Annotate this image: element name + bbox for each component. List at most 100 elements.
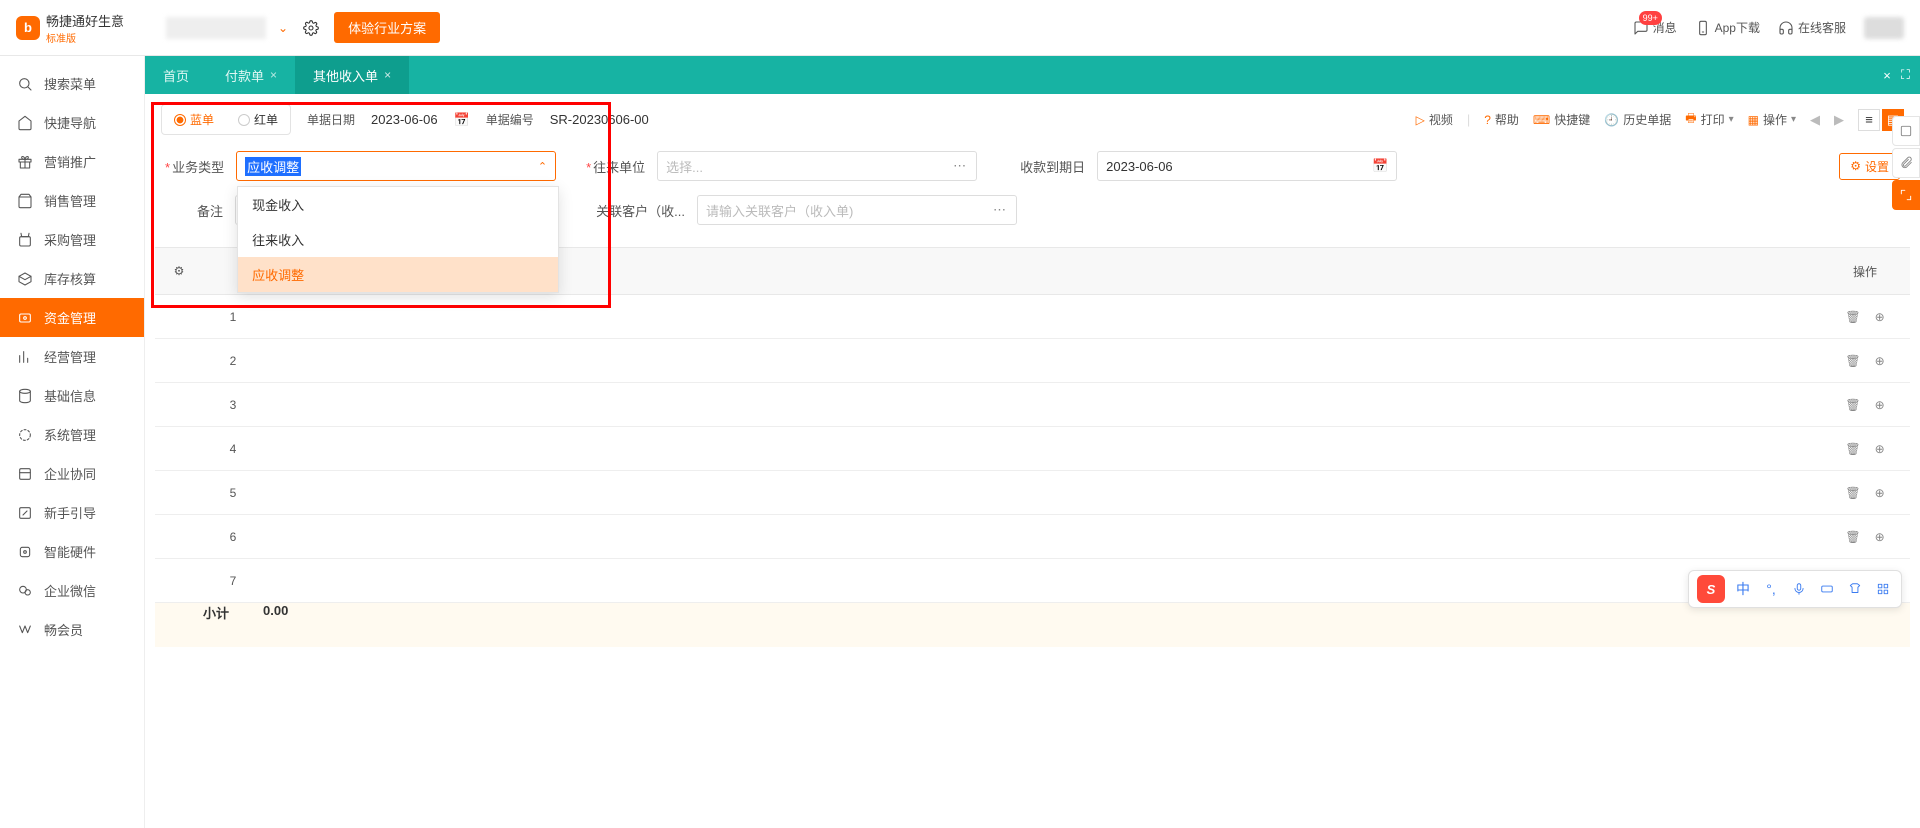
sidebar-item-basic[interactable]: 基础信息 — [0, 376, 144, 415]
logo[interactable]: b 畅捷通好生意 标准版 — [16, 11, 146, 45]
add-row-icon[interactable]: ⊕ — [1875, 530, 1885, 544]
tab-other-income[interactable]: 其他收入单× — [295, 56, 409, 94]
more-icon[interactable]: ⋯ — [953, 158, 968, 174]
radio-blue-doc[interactable]: 蓝单 — [162, 105, 226, 134]
calendar-icon[interactable]: 📅 — [1372, 158, 1388, 174]
sidebar-item-inventory[interactable]: 库存核算 — [0, 259, 144, 298]
messages-button[interactable]: 99+ 消息 — [1633, 19, 1677, 36]
tab-home[interactable]: 首页 — [145, 56, 207, 94]
expand-icon[interactable]: ⛶ — [1901, 67, 1910, 83]
close-all-icon[interactable]: × — [1883, 68, 1891, 83]
sidebar-item-sales[interactable]: 销售管理 — [0, 181, 144, 220]
delete-row-icon[interactable]: 🗑 — [1845, 486, 1860, 500]
sidebar-item-hardware[interactable]: 智能硬件 — [0, 532, 144, 571]
add-row-icon[interactable]: ⊕ — [1875, 442, 1885, 456]
app-download-button[interactable]: App下载 — [1695, 19, 1760, 36]
add-row-icon[interactable]: ⊕ — [1875, 398, 1885, 412]
close-icon[interactable]: × — [384, 68, 391, 82]
ime-mic-icon[interactable] — [1789, 579, 1809, 599]
dropdown-option-ar[interactable]: 往来收入 — [238, 222, 558, 257]
sidebar-item-quick-nav[interactable]: 快捷导航 — [0, 103, 144, 142]
ime-grid-icon[interactable] — [1873, 579, 1893, 599]
delete-row-icon[interactable]: 🗑 — [1845, 310, 1860, 324]
video-button[interactable]: ▷视频 — [1416, 111, 1453, 128]
sidebar-item-finance[interactable]: 资金管理 — [0, 298, 144, 337]
delete-row-icon[interactable]: 🗑 — [1845, 530, 1860, 544]
sidebar-item-guide[interactable]: 新手引导 — [0, 493, 144, 532]
sidebar-item-collab[interactable]: 企业协同 — [0, 454, 144, 493]
ime-lang-icon[interactable]: 中 — [1733, 579, 1753, 599]
history-button[interactable]: 🕘历史单据 — [1604, 111, 1671, 128]
table-row[interactable]: 4🗑⊕ — [155, 427, 1910, 471]
next-doc-icon[interactable]: ▶ — [1834, 112, 1844, 128]
close-icon[interactable]: × — [270, 68, 277, 82]
column-settings-icon[interactable]: ⚙ — [155, 248, 203, 294]
doc-no-label: 单据编号 — [486, 111, 534, 128]
biz-type-select[interactable]: 应收调整 ⌃ 现金收入 往来收入 应收调整 — [236, 151, 556, 181]
partner-select[interactable]: 选择... ⋯ — [657, 151, 977, 181]
row-amount-cell[interactable] — [263, 383, 343, 426]
ime-keyboard-icon[interactable] — [1817, 579, 1837, 599]
dropdown-option-cash[interactable]: 现金收入 — [238, 187, 558, 222]
row-amount-cell[interactable] — [263, 559, 343, 602]
delete-row-icon[interactable]: 🗑 — [1845, 398, 1860, 412]
shortcut-button[interactable]: ⌨快捷键 — [1533, 111, 1590, 128]
header-left: ⌄ 体验行业方案 — [166, 12, 440, 43]
row-amount-cell[interactable] — [263, 515, 343, 558]
settings-button[interactable]: ⚙ 设置 — [1839, 153, 1900, 180]
sidebar-item-purchase[interactable]: 采购管理 — [0, 220, 144, 259]
radio-red-doc[interactable]: 红单 — [226, 105, 290, 134]
ime-skin-icon[interactable] — [1845, 579, 1865, 599]
delete-row-icon[interactable]: 🗑 — [1845, 354, 1860, 368]
doc-toolbar: ▷视频 | ?帮助 ⌨快捷键 🕘历史单据 🖶打印▾ ▦操作▾ ◀ ▶ ≡ ▤ — [1416, 109, 1904, 131]
sidebar-item-vip[interactable]: 畅会员 — [0, 610, 144, 649]
row-amount-cell[interactable] — [263, 471, 343, 514]
sidebar-item-system[interactable]: 系统管理 — [0, 415, 144, 454]
database-icon — [16, 387, 34, 405]
link-customer-input[interactable]: 请输入关联客户（收入单) ⋯ — [697, 195, 1017, 225]
due-date-input[interactable]: 2023-06-06 📅 — [1097, 151, 1397, 181]
table-row[interactable]: 2🗑⊕ — [155, 339, 1910, 383]
add-row-icon[interactable]: ⊕ — [1875, 354, 1885, 368]
sidebar-item-marketing[interactable]: 营销推广 — [0, 142, 144, 181]
chevron-down-icon[interactable]: ⌄ — [278, 21, 288, 35]
table-row[interactable]: 5🗑⊕ — [155, 471, 1910, 515]
rail-note-icon[interactable] — [1892, 116, 1920, 146]
online-service-button[interactable]: 在线客服 — [1778, 19, 1846, 36]
ime-toolbar[interactable]: S 中 °, — [1688, 570, 1902, 608]
row-amount-cell[interactable] — [263, 339, 343, 382]
sidebar-item-wechat[interactable]: 企业微信 — [0, 571, 144, 610]
dropdown-option-adjust[interactable]: 应收调整 — [238, 257, 558, 292]
operate-button[interactable]: ▦操作▾ — [1748, 111, 1796, 128]
add-row-icon[interactable]: ⊕ — [1875, 310, 1885, 324]
help-button[interactable]: ?帮助 — [1484, 111, 1519, 128]
table-row[interactable]: 6🗑⊕ — [155, 515, 1910, 559]
prev-doc-icon[interactable]: ◀ — [1810, 112, 1820, 128]
view-list-icon[interactable]: ≡ — [1858, 109, 1880, 131]
sidebar-item-search-menu[interactable]: 搜索菜单 — [0, 64, 144, 103]
row-amount-cell[interactable] — [263, 427, 343, 470]
table-row[interactable]: 7🗑⊕ — [155, 559, 1910, 603]
print-button[interactable]: 🖶打印▾ — [1685, 109, 1733, 130]
user-avatar[interactable] — [1864, 17, 1904, 39]
table-row[interactable]: 1🗑⊕ — [155, 295, 1910, 339]
doc-date-value[interactable]: 2023-06-06 — [371, 112, 438, 127]
more-icon[interactable]: ⋯ — [993, 202, 1008, 218]
row-amount-cell[interactable] — [263, 295, 343, 338]
delete-row-icon[interactable]: 🗑 — [1845, 442, 1860, 456]
sidebar-item-operation[interactable]: 经营管理 — [0, 337, 144, 376]
online-service-label: 在线客服 — [1798, 19, 1846, 36]
rail-expand-icon[interactable] — [1892, 180, 1920, 210]
trial-industry-button[interactable]: 体验行业方案 — [334, 12, 440, 43]
gear-icon[interactable] — [300, 17, 322, 39]
tab-payment[interactable]: 付款单× — [207, 56, 295, 94]
ime-punct-icon[interactable]: °, — [1761, 579, 1781, 599]
rail-attach-icon[interactable] — [1892, 148, 1920, 178]
calendar-icon[interactable]: 📅 — [454, 112, 470, 128]
org-selector[interactable] — [166, 17, 266, 39]
due-date-field: 收款到期日 2023-06-06 📅 — [1007, 151, 1397, 181]
table-row[interactable]: 3🗑⊕ — [155, 383, 1910, 427]
add-row-icon[interactable]: ⊕ — [1875, 486, 1885, 500]
subtotal-label: 小计 — [203, 603, 263, 647]
brand-edition: 标准版 — [46, 30, 124, 45]
